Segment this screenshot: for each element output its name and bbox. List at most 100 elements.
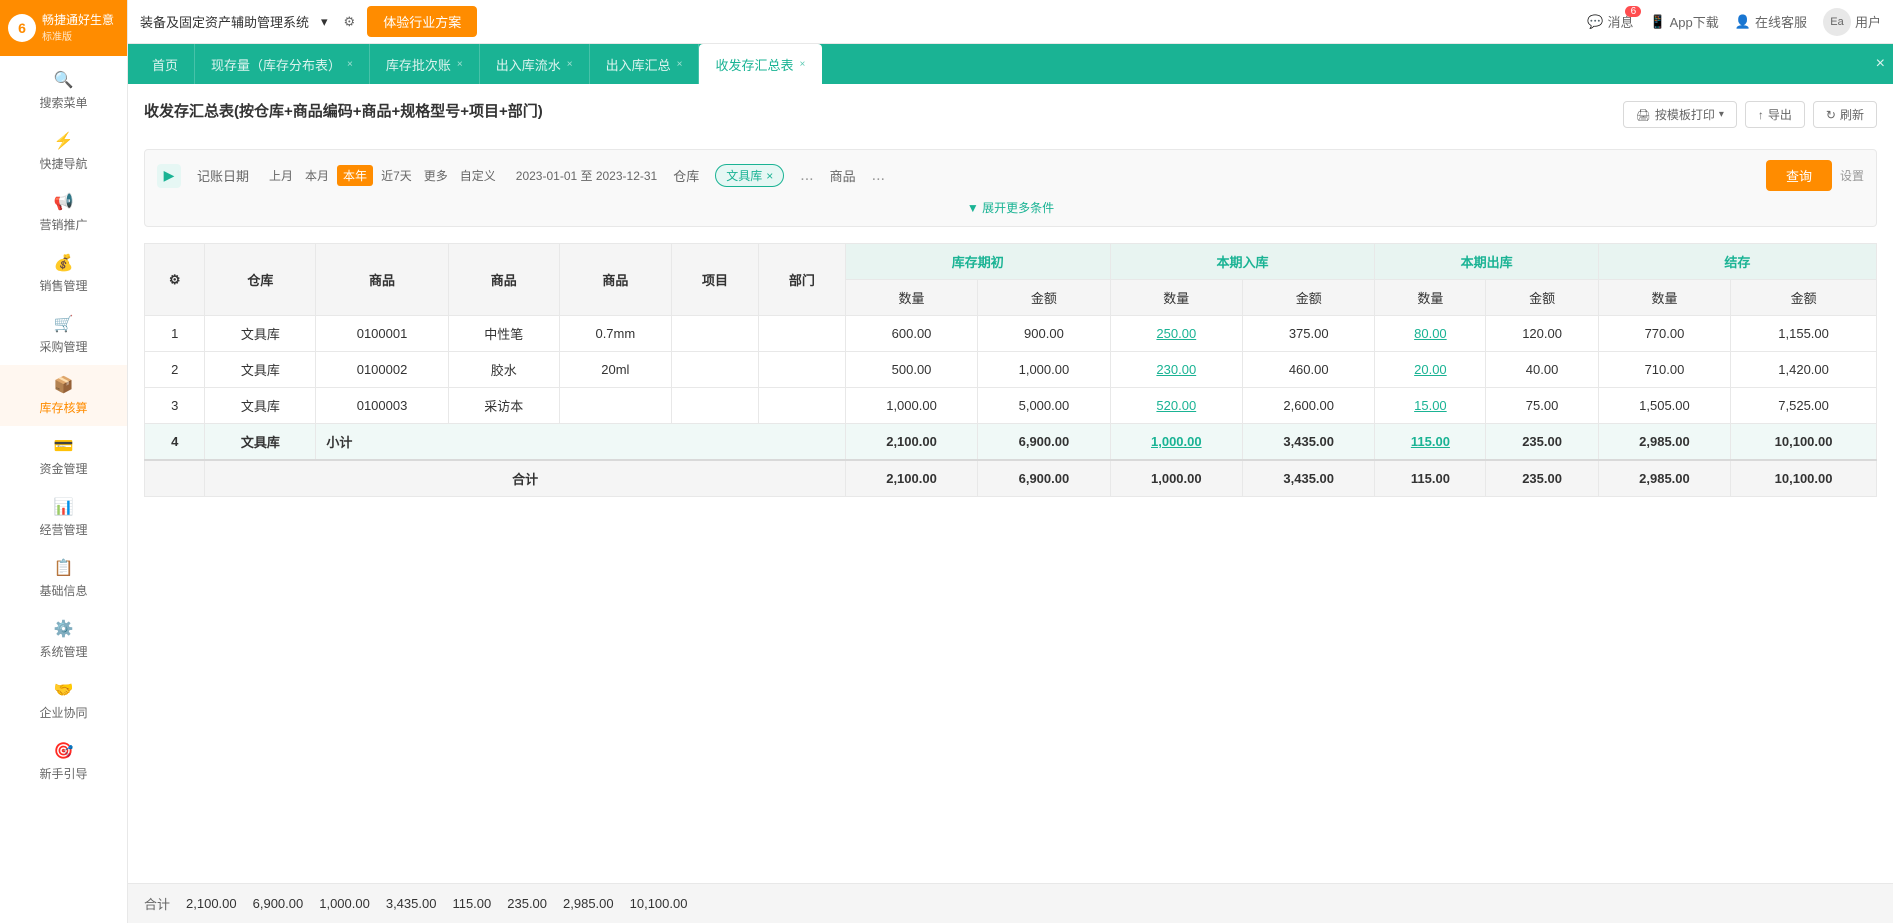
bottom-bar: 合计 2,100.00 6,900.00 1,000.00 3,435.00 1…: [128, 883, 1893, 923]
tab-inout_summary[interactable]: 出入库汇总×: [590, 44, 700, 84]
online-service[interactable]: 👤 在线客服: [1735, 12, 1807, 31]
row-out-qty[interactable]: 80.00: [1375, 316, 1486, 352]
sidebar-item-guide[interactable]: 🎯新手引导: [0, 731, 127, 792]
goods-ellipsis[interactable]: ...: [872, 167, 885, 185]
sidebar-item-cooperation[interactable]: 🤝企业协同: [0, 670, 127, 731]
sidebar-item-sales[interactable]: 💰销售管理: [0, 243, 127, 304]
tab-inventory_dist[interactable]: 现存量（库存分布表） ×: [195, 44, 370, 84]
sidebar-item-basic[interactable]: 📋基础信息: [0, 548, 127, 609]
sidebar-label-system: 系统管理: [39, 643, 87, 660]
col-settings[interactable]: ⚙: [145, 244, 205, 316]
row-out-qty[interactable]: 15.00: [1375, 388, 1486, 424]
sidebar-item-operations[interactable]: 📊经营管理: [0, 487, 127, 548]
row-close-amt: 1,420.00: [1731, 352, 1877, 388]
date-btn-更多[interactable]: 更多: [420, 165, 452, 186]
tab-receive_summary[interactable]: 收发存汇总表×: [699, 44, 822, 84]
sidebar-label-finance: 资金管理: [39, 460, 87, 477]
row-in-qty[interactable]: 520.00: [1110, 388, 1242, 424]
user-menu[interactable]: Ea 用户: [1823, 8, 1881, 36]
row-warehouse: 文具库: [205, 352, 316, 388]
subtotal-row: 4 文具库 小计 2,100.00 6,900.00 1,000.00 3,43…: [145, 424, 1877, 461]
user-avatar: Ea: [1823, 8, 1851, 36]
sidebar-item-marketing[interactable]: 📢营销推广: [0, 182, 127, 243]
row-dept: [758, 388, 845, 424]
sidebar-logo: 6 畅捷通好生意 标准版: [0, 0, 127, 56]
sub-in-qty: 1,000.00: [1110, 424, 1242, 461]
row-in-qty[interactable]: 230.00: [1110, 352, 1242, 388]
date-btn-本月[interactable]: 本月: [301, 165, 333, 186]
sidebar-item-finance[interactable]: 💳资金管理: [0, 426, 127, 487]
warehouse-tag[interactable]: 文具库 ×: [715, 164, 784, 187]
total-out-amt: 235.00: [1486, 460, 1598, 497]
bottom-total-label: 合计: [144, 894, 170, 913]
tab-label-inventory_dist: 现存量（库存分布表）: [211, 55, 341, 74]
sub-in-amt: 3,435.00: [1243, 424, 1375, 461]
query-button[interactable]: 查询: [1766, 160, 1832, 191]
sidebar-item-inventory[interactable]: 📦库存核算: [0, 365, 127, 426]
sub-close-qty: 数量: [1598, 280, 1730, 316]
print-chevron-icon: ▾: [1719, 109, 1724, 120]
message-count: 6: [1625, 6, 1641, 17]
tab-home[interactable]: 首页: [136, 44, 195, 84]
tab-batch_account[interactable]: 库存批次账 ×: [370, 44, 480, 84]
sidebar-item-search[interactable]: 🔍搜索菜单: [0, 60, 127, 121]
row-project: [671, 316, 758, 352]
refresh-button[interactable]: ↻ 刷新: [1813, 101, 1877, 128]
date-btn-近7天[interactable]: 近7天: [377, 165, 416, 186]
sidebar-label-quick_nav: 快捷导航: [39, 155, 87, 172]
total-out-qty: 115.00: [1375, 460, 1486, 497]
row-in-amt: 375.00: [1243, 316, 1375, 352]
tab-inout_flow[interactable]: 出入库流水×: [480, 44, 590, 84]
tab-close-batch_account[interactable]: ×: [457, 59, 463, 70]
print-icon: 🖨: [1636, 108, 1651, 122]
bottom-out-qty: 115.00: [452, 896, 491, 911]
topbar-settings-icon[interactable]: ⚙: [344, 14, 356, 30]
sidebar-item-quick_nav[interactable]: ⚡快捷导航: [0, 121, 127, 182]
bottom-in-amt: 3,435.00: [386, 896, 437, 911]
tab-close-inout_flow[interactable]: ×: [567, 59, 573, 70]
tab-close-receive_summary[interactable]: ×: [799, 59, 805, 70]
row-warehouse: 文具库: [205, 316, 316, 352]
sidebar: 6 畅捷通好生意 标准版 🔍搜索菜单⚡快捷导航📢营销推广💰销售管理🛒采购管理📦库…: [0, 0, 128, 923]
app-download[interactable]: 📱 App下载: [1649, 12, 1718, 31]
filter-row-1: ▶ 记账日期 上月本月本年近7天更多自定义 2023-01-01 至 2023-…: [157, 160, 1864, 191]
warehouse-tag-close-icon[interactable]: ×: [766, 169, 773, 183]
warehouse-ellipsis[interactable]: ...: [800, 167, 813, 185]
tabbar-close-all[interactable]: ×: [1876, 55, 1885, 73]
row-project: [671, 388, 758, 424]
date-btn-custom[interactable]: 自定义: [456, 165, 500, 186]
row-out-qty[interactable]: 20.00: [1375, 352, 1486, 388]
date-btn-上月[interactable]: 上月: [265, 165, 297, 186]
system-title: 装备及固定资产辅助管理系统: [140, 12, 309, 31]
main-area: 装备及固定资产辅助管理系统 ▾ ⚙ 体验行业方案 💬 消息 6 📱 App下载 …: [128, 0, 1893, 923]
tab-label-batch_account: 库存批次账: [386, 55, 451, 74]
col-closing-header: 结存: [1598, 244, 1876, 280]
filter-toggle-button[interactable]: ▶: [157, 164, 181, 188]
total-row: 合计 2,100.00 6,900.00 1,000.00 3,435.00 1…: [145, 460, 1877, 497]
filter-settings-button[interactable]: 设置: [1840, 160, 1864, 191]
col-project-header: 项目: [671, 244, 758, 316]
sidebar-item-purchase[interactable]: 🛒采购管理: [0, 304, 127, 365]
filter-row-2: ▼ 展开更多条件: [157, 199, 1864, 216]
tab-close-inventory_dist[interactable]: ×: [347, 59, 353, 70]
row-goods-name: 采访本: [448, 388, 559, 424]
row-close-qty: 770.00: [1598, 316, 1730, 352]
sidebar-label-basic: 基础信息: [39, 582, 87, 599]
row-dept: [758, 316, 845, 352]
warehouse-tag-text: 文具库: [726, 167, 762, 184]
expand-button[interactable]: ▼ 展开更多条件: [967, 199, 1054, 216]
tab-close-inout_summary[interactable]: ×: [677, 59, 683, 70]
date-range-text: 2023-01-01 至 2023-12-31: [516, 167, 657, 184]
trial-button[interactable]: 体验行业方案: [367, 6, 477, 37]
date-btn-本年[interactable]: 本年: [337, 165, 373, 186]
sub-close-amt: 10,100.00: [1731, 424, 1877, 461]
row-in-qty[interactable]: 250.00: [1110, 316, 1242, 352]
print-button[interactable]: 🖨 按模板打印 ▾: [1623, 101, 1737, 128]
sidebar-item-system[interactable]: ⚙️系统管理: [0, 609, 127, 670]
row-dept: [758, 352, 845, 388]
system-dropdown[interactable]: ▾: [321, 14, 328, 30]
export-button[interactable]: ↑ 导出: [1745, 101, 1805, 128]
sidebar-label-cooperation: 企业协同: [39, 704, 87, 721]
message-badge[interactable]: 💬 消息 6: [1587, 12, 1633, 31]
sub-label: 小计: [316, 424, 846, 461]
